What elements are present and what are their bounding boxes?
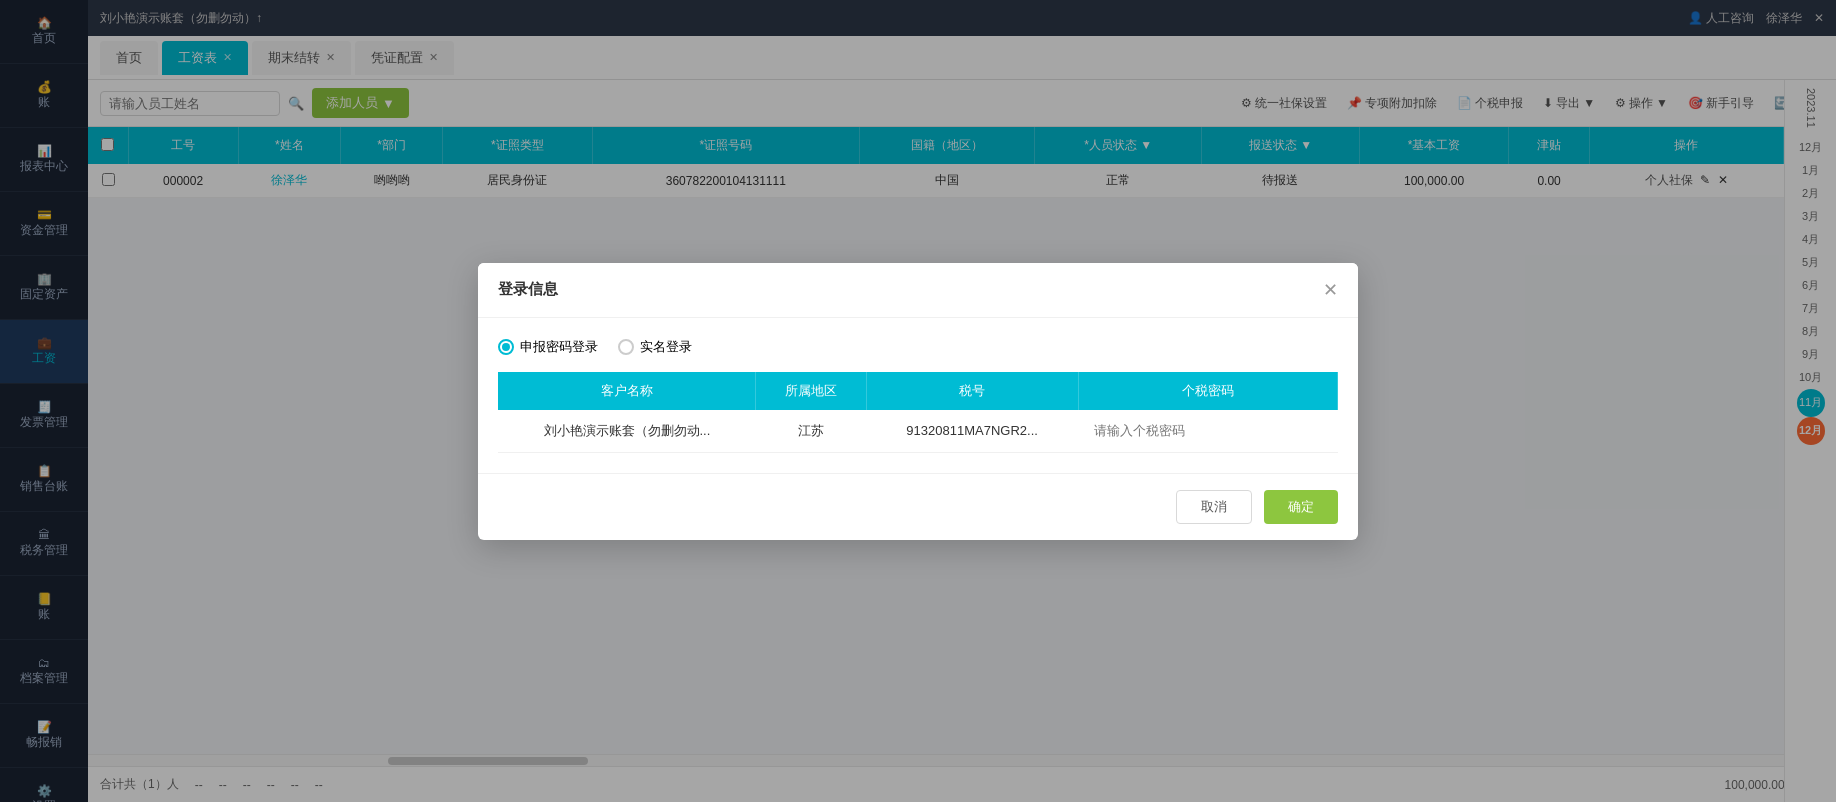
password-field[interactable] [1094, 423, 1321, 438]
col-client-name: 客户名称 [498, 372, 756, 410]
radio-dot-password [498, 339, 514, 355]
dialog-overlay: 登录信息 ✕ 申报密码登录 实名登录 客户名称 [0, 0, 1836, 802]
login-dialog: 登录信息 ✕ 申报密码登录 实名登录 客户名称 [478, 263, 1358, 540]
col-region: 所属地区 [756, 372, 866, 410]
radio-password-login[interactable]: 申报密码登录 [498, 338, 598, 356]
cell-region: 江苏 [756, 410, 866, 453]
confirm-button[interactable]: 确定 [1264, 490, 1338, 524]
radio-realname-login[interactable]: 实名登录 [618, 338, 692, 356]
login-table-row: 刘小艳演示账套（勿删勿动... 江苏 91320811MA7NGR2... [498, 410, 1338, 453]
cell-password-input[interactable] [1078, 410, 1337, 453]
radio-dot-realname [618, 339, 634, 355]
dialog-footer: 取消 确定 [478, 473, 1358, 540]
cell-client-name: 刘小艳演示账套（勿删勿动... [498, 410, 756, 453]
dialog-header: 登录信息 ✕ [478, 263, 1358, 318]
col-password: 个税密码 [1078, 372, 1337, 410]
dialog-close-button[interactable]: ✕ [1323, 279, 1338, 301]
login-type-radio-group: 申报密码登录 实名登录 [498, 338, 1338, 356]
dialog-body: 申报密码登录 实名登录 客户名称 所属地区 税号 个税密码 [478, 318, 1358, 473]
login-table: 客户名称 所属地区 税号 个税密码 刘小艳演示账套（勿删勿动... 江苏 913… [498, 372, 1338, 453]
dialog-title: 登录信息 [498, 280, 558, 299]
cancel-button[interactable]: 取消 [1176, 490, 1252, 524]
cell-tax-no: 91320811MA7NGR2... [866, 410, 1078, 453]
col-tax-no: 税号 [866, 372, 1078, 410]
